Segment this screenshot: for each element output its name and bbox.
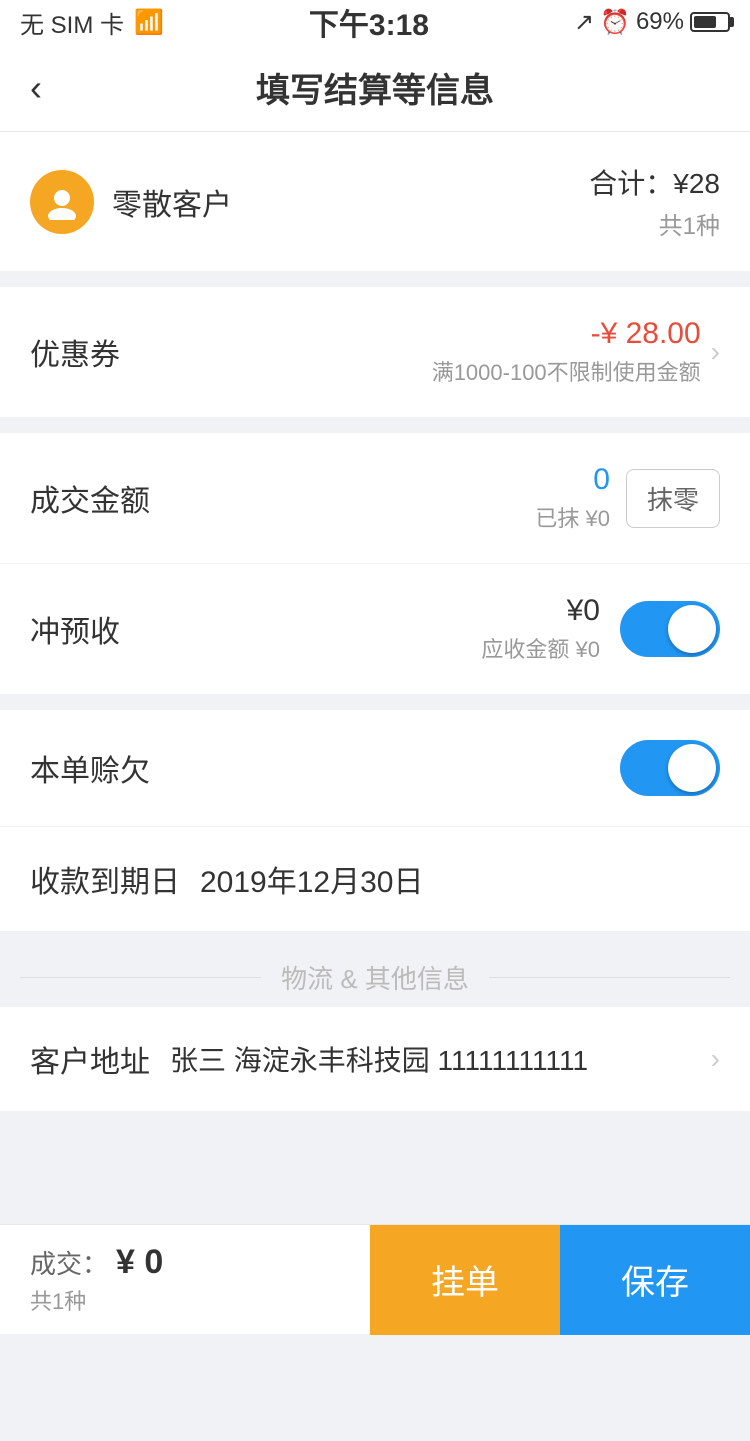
battery-percent: 69% [636, 8, 684, 36]
debt-section: 本单赊欠 收款到期日 2019年12月30日 [0, 710, 750, 931]
coupon-value-container: -¥ 28.00 满1000-100不限制使用金额 [432, 317, 701, 387]
wifi-icon: 📶 [134, 8, 164, 37]
logistics-label: 物流 & 其他信息 [281, 959, 469, 996]
bottom-deal-label: 成交： [30, 1244, 108, 1281]
prereceive-right: ¥0 应收金额 ¥0 [481, 594, 720, 664]
divider-1 [0, 271, 750, 287]
customer-count: 共1种 [589, 206, 720, 241]
transaction-value-block: 0 已抹 ¥0 [535, 463, 610, 533]
debt-toggle[interactable] [620, 740, 720, 796]
status-time: 下午3:18 [309, 0, 429, 44]
prereceive-value-block: ¥0 应收金额 ¥0 [481, 594, 600, 664]
prereceive-toggle[interactable] [620, 601, 720, 657]
duedate-label: 收款到期日 [30, 857, 180, 901]
bottom-count: 共1种 [30, 1284, 340, 1316]
back-button[interactable]: ‹ [30, 67, 42, 109]
coupon-desc: 满1000-100不限制使用金额 [432, 355, 701, 387]
address-section[interactable]: 客户地址 张三 海淀永丰科技园 11111111111 › [0, 1007, 750, 1111]
coupon-discount: -¥ 28.00 [432, 317, 701, 351]
status-bar: 无 SIM 卡 📶 下午3:18 ↗ ⏰ 69% [0, 0, 750, 44]
customer-name: 零散客户 [112, 180, 232, 224]
coupon-right: -¥ 28.00 满1000-100不限制使用金额 › [432, 317, 720, 387]
battery-icon [690, 12, 730, 32]
alarm-icon: ⏰ [600, 8, 630, 37]
coupon-label: 优惠券 [30, 330, 120, 374]
location-icon: ↗ [574, 8, 594, 37]
bottom-bar: 成交： ¥ 0 共1种 挂单 保存 [0, 1224, 750, 1334]
bottom-deal-amount: ¥ 0 [116, 1243, 163, 1282]
round-zero-button[interactable]: 抹零 [626, 469, 720, 528]
divider-2 [0, 417, 750, 433]
customer-section: 零散客户 合计：¥28 共1种 [0, 132, 750, 271]
address-label: 客户地址 [30, 1037, 150, 1081]
transaction-right: 0 已抹 ¥0 抹零 [535, 463, 720, 533]
status-left: 无 SIM 卡 📶 [20, 5, 164, 40]
prereceive-sub: 应收金额 ¥0 [481, 632, 600, 664]
page-title: 填写结算等信息 [256, 63, 494, 112]
hang-button[interactable]: 挂单 [370, 1225, 560, 1335]
logistics-divider: 物流 & 其他信息 [0, 947, 750, 1007]
duedate-row: 收款到期日 2019年12月30日 [0, 826, 750, 931]
chevron-right-icon: › [711, 336, 720, 368]
amount-sub: 已抹 ¥0 [535, 501, 610, 533]
debt-toggle-knob [668, 744, 716, 792]
transaction-section: 成交金额 0 已抹 ¥0 抹零 冲预收 ¥0 应收金额 ¥0 [0, 433, 750, 694]
customer-left: 零散客户 [30, 170, 232, 234]
coupon-section[interactable]: 优惠券 -¥ 28.00 满1000-100不限制使用金额 › [0, 287, 750, 417]
prereceive-row: 冲预收 ¥0 应收金额 ¥0 [0, 564, 750, 694]
divider-3 [0, 694, 750, 710]
customer-avatar [30, 170, 94, 234]
customer-total: 合计：¥28 [589, 162, 720, 202]
save-button[interactable]: 保存 [560, 1225, 750, 1335]
toggle-knob [668, 605, 716, 653]
prereceive-amount: ¥0 [481, 594, 600, 628]
logistics-line-left [20, 977, 261, 978]
transaction-amount-label: 成交金额 [30, 476, 150, 520]
status-right: ↗ ⏰ 69% [574, 8, 730, 37]
logistics-line-right [489, 977, 730, 978]
customer-right: 合计：¥28 共1种 [589, 162, 720, 241]
address-chevron-icon: › [711, 1043, 720, 1075]
carrier-label: 无 SIM 卡 [20, 5, 124, 40]
address-value: 张三 海淀永丰科技园 11111111111 [170, 1039, 711, 1079]
duedate-value: 2019年12月30日 [200, 857, 423, 901]
divider-4 [0, 931, 750, 947]
bottom-deal-info: 成交： ¥ 0 共1种 [0, 1243, 370, 1316]
page-header: ‹ 填写结算等信息 [0, 44, 750, 132]
prereceive-label: 冲预收 [30, 607, 120, 651]
amount-value: 0 [535, 463, 610, 497]
transaction-amount-row: 成交金额 0 已抹 ¥0 抹零 [0, 433, 750, 564]
debt-label: 本单赊欠 [30, 746, 150, 790]
debt-row: 本单赊欠 [0, 710, 750, 826]
